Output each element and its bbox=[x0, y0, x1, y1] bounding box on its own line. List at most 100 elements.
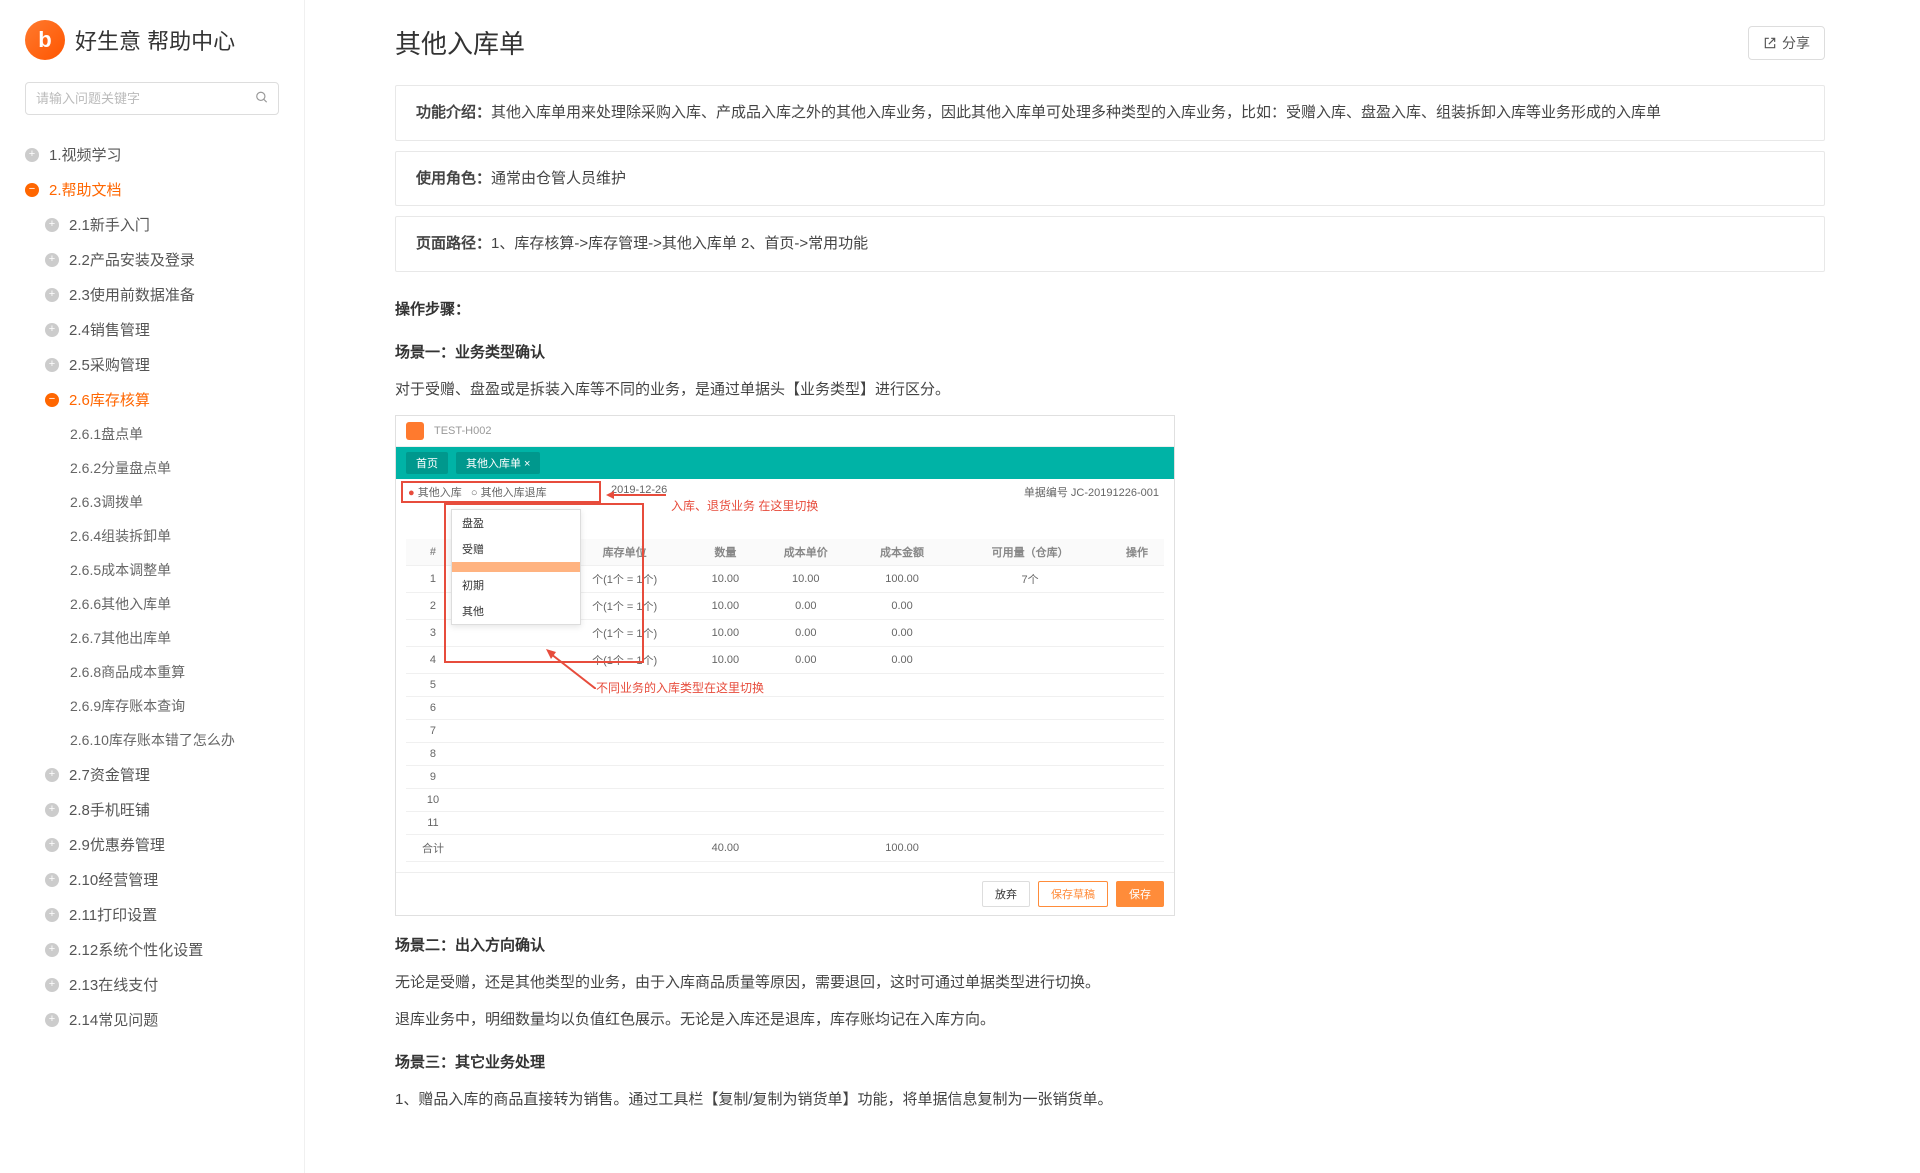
shot-dropdown: 盘盈 受赠 初期 其他 bbox=[451, 509, 581, 625]
nav-label: 2.6.2分量盘点单 bbox=[70, 458, 171, 478]
shot-radio2: 其他入库退库 bbox=[481, 487, 547, 499]
dd-item: 初期 bbox=[452, 572, 580, 598]
scene3-text: 1、赠品入库的商品直接转为销售。通过工具栏【复制/复制为销货单】功能，将单据信息… bbox=[395, 1086, 1825, 1113]
plus-icon: + bbox=[45, 288, 59, 302]
nav-2-8[interactable]: +2.8手机旺铺 bbox=[25, 792, 279, 827]
page-title: 其他入库单 bbox=[395, 24, 525, 61]
table-row: 7 bbox=[406, 719, 1164, 742]
main-content: 其他入库单 分享 功能介绍：其他入库单用来处理除采购入库、产成品入库之外的其他入… bbox=[305, 0, 1855, 1173]
arrow-icon bbox=[606, 489, 666, 501]
shot-docno: JC-20191226-001 bbox=[1071, 487, 1159, 499]
plus-icon: + bbox=[45, 838, 59, 852]
path-text: 1、库存核算->库存管理->其他入库单 2、首页->常用功能 bbox=[491, 235, 868, 252]
shot-discard-button: 放弃 bbox=[982, 881, 1030, 907]
shot-tab2: 其他入库单 × bbox=[456, 452, 540, 474]
td: 0.00 bbox=[758, 619, 854, 646]
nav-2-7[interactable]: +2.7资金管理 bbox=[25, 757, 279, 792]
nav-label: 2.4销售管理 bbox=[69, 319, 150, 340]
td: 0.00 bbox=[758, 592, 854, 619]
td: 0.00 bbox=[854, 646, 950, 673]
nav-label: 2.5采购管理 bbox=[69, 354, 150, 375]
dd-item-selected bbox=[452, 562, 580, 572]
sidebar: b 好生意 帮助中心 +1.视频学习 −2.帮助文档 +2.1新手入门 +2.2… bbox=[0, 0, 305, 1173]
td: 10.00 bbox=[693, 646, 758, 673]
nav-2-5[interactable]: +2.5采购管理 bbox=[25, 347, 279, 382]
nav-2-11[interactable]: +2.11打印设置 bbox=[25, 897, 279, 932]
nav-label: 2.3使用前数据准备 bbox=[69, 284, 195, 305]
nav-label: 2.1新手入门 bbox=[69, 214, 150, 235]
nav-2-12[interactable]: +2.12系统个性化设置 bbox=[25, 932, 279, 967]
plus-icon: + bbox=[45, 253, 59, 267]
nav-2-10[interactable]: +2.10经营管理 bbox=[25, 862, 279, 897]
embedded-screenshot: TEST-H002 首页 其他入库单 × ● 其他入库 ○ 其他入库退库 201… bbox=[395, 415, 1175, 916]
plus-icon: + bbox=[45, 943, 59, 957]
shot-radio-row: ● 其他入库 ○ 其他入库退库 bbox=[408, 484, 547, 500]
table-row: 11 bbox=[406, 811, 1164, 834]
th: 成本金额 bbox=[854, 539, 950, 566]
nav-label: 2.7资金管理 bbox=[69, 764, 150, 785]
shot-red1: 入库、退货业务 在这里切换 bbox=[671, 497, 818, 514]
plus-icon: + bbox=[45, 358, 59, 372]
nav-label: 2.6库存核算 bbox=[69, 389, 150, 410]
plus-icon: + bbox=[45, 978, 59, 992]
nav-label: 2.6.3调拨单 bbox=[70, 492, 143, 512]
nav-2-3[interactable]: +2.3使用前数据准备 bbox=[25, 277, 279, 312]
td: 10.00 bbox=[693, 565, 758, 592]
scene1-title: 场景一：业务类型确认 bbox=[395, 339, 1825, 366]
nav-2-6-1[interactable]: 2.6.1盘点单 bbox=[25, 417, 279, 451]
plus-icon: + bbox=[45, 218, 59, 232]
table-sum: 合计40.00100.00 bbox=[406, 834, 1164, 861]
nav-helpdoc[interactable]: −2.帮助文档 bbox=[25, 172, 279, 207]
arrow-icon bbox=[546, 649, 596, 689]
nav-label: 2.6.4组装拆卸单 bbox=[70, 526, 171, 546]
nav-2-6-8[interactable]: 2.6.8商品成本重算 bbox=[25, 655, 279, 689]
nav-2-6[interactable]: −2.6库存核算 bbox=[25, 382, 279, 417]
td: 0.00 bbox=[854, 619, 950, 646]
nav-2-6-7[interactable]: 2.6.7其他出库单 bbox=[25, 621, 279, 655]
td: 100.00 bbox=[854, 565, 950, 592]
td: 0.00 bbox=[854, 592, 950, 619]
nav-video[interactable]: +1.视频学习 bbox=[25, 137, 279, 172]
plus-icon: + bbox=[45, 803, 59, 817]
nav-2-6-4[interactable]: 2.6.4组装拆卸单 bbox=[25, 519, 279, 553]
scene2-text2: 退库业务中，明细数量均以负值红色展示。无论是入库还是退库，库存账均记在入库方向。 bbox=[395, 1006, 1825, 1033]
dd-item: 盘盈 bbox=[452, 510, 580, 536]
table-row: 5 bbox=[406, 673, 1164, 696]
nav-2-14[interactable]: +2.14常见问题 bbox=[25, 1002, 279, 1037]
nav-2-1[interactable]: +2.1新手入门 bbox=[25, 207, 279, 242]
td: 100.00 bbox=[854, 834, 950, 861]
nav-2-2[interactable]: +2.2产品安装及登录 bbox=[25, 242, 279, 277]
nav-label: 2.9优惠券管理 bbox=[69, 834, 165, 855]
td: 10.00 bbox=[693, 592, 758, 619]
shot-footer: 放弃 保存草稿 保存 bbox=[396, 872, 1174, 915]
nav-2-13[interactable]: +2.13在线支付 bbox=[25, 967, 279, 1002]
nav-2-4[interactable]: +2.4销售管理 bbox=[25, 312, 279, 347]
td: 40.00 bbox=[693, 834, 758, 861]
nav-label: 2.6.7其他出库单 bbox=[70, 628, 171, 648]
search-input[interactable] bbox=[25, 82, 279, 115]
share-label: 分享 bbox=[1782, 33, 1810, 53]
share-button[interactable]: 分享 bbox=[1748, 26, 1825, 60]
shot-tab1: 首页 bbox=[406, 452, 448, 474]
nav-label: 2.6.8商品成本重算 bbox=[70, 662, 185, 682]
scene2-text1: 无论是受赠，还是其他类型的业务，由于入库商品质量等原因，需要退回，这时可通过单据… bbox=[395, 969, 1825, 996]
brand-logo: b bbox=[25, 20, 65, 60]
nav-label: 2.6.5成本调整单 bbox=[70, 560, 171, 580]
nav-2-6-10[interactable]: 2.6.10库存账本错了怎么办 bbox=[25, 723, 279, 757]
search-icon[interactable] bbox=[255, 90, 269, 107]
table-row: 8 bbox=[406, 742, 1164, 765]
nav-label: 2.11打印设置 bbox=[69, 904, 157, 925]
nav-2-6-3[interactable]: 2.6.3调拨单 bbox=[25, 485, 279, 519]
nav-2-6-5[interactable]: 2.6.5成本调整单 bbox=[25, 553, 279, 587]
nav-2-6-2[interactable]: 2.6.2分量盘点单 bbox=[25, 451, 279, 485]
steps-label: 操作步骤： bbox=[395, 296, 1825, 323]
shot-logo-icon bbox=[406, 422, 424, 440]
nav-2-9[interactable]: +2.9优惠券管理 bbox=[25, 827, 279, 862]
nav-2-6-6[interactable]: 2.6.6其他入库单 bbox=[25, 587, 279, 621]
shot-radio1: 其他入库 bbox=[418, 487, 462, 499]
nav-label: 2.10经营管理 bbox=[69, 869, 158, 890]
nav-label: 2.6.6其他入库单 bbox=[70, 594, 171, 614]
nav-2-6-9[interactable]: 2.6.9库存账本查询 bbox=[25, 689, 279, 723]
nav-label: 2.12系统个性化设置 bbox=[69, 939, 203, 960]
nav-label: 2.13在线支付 bbox=[69, 974, 158, 995]
